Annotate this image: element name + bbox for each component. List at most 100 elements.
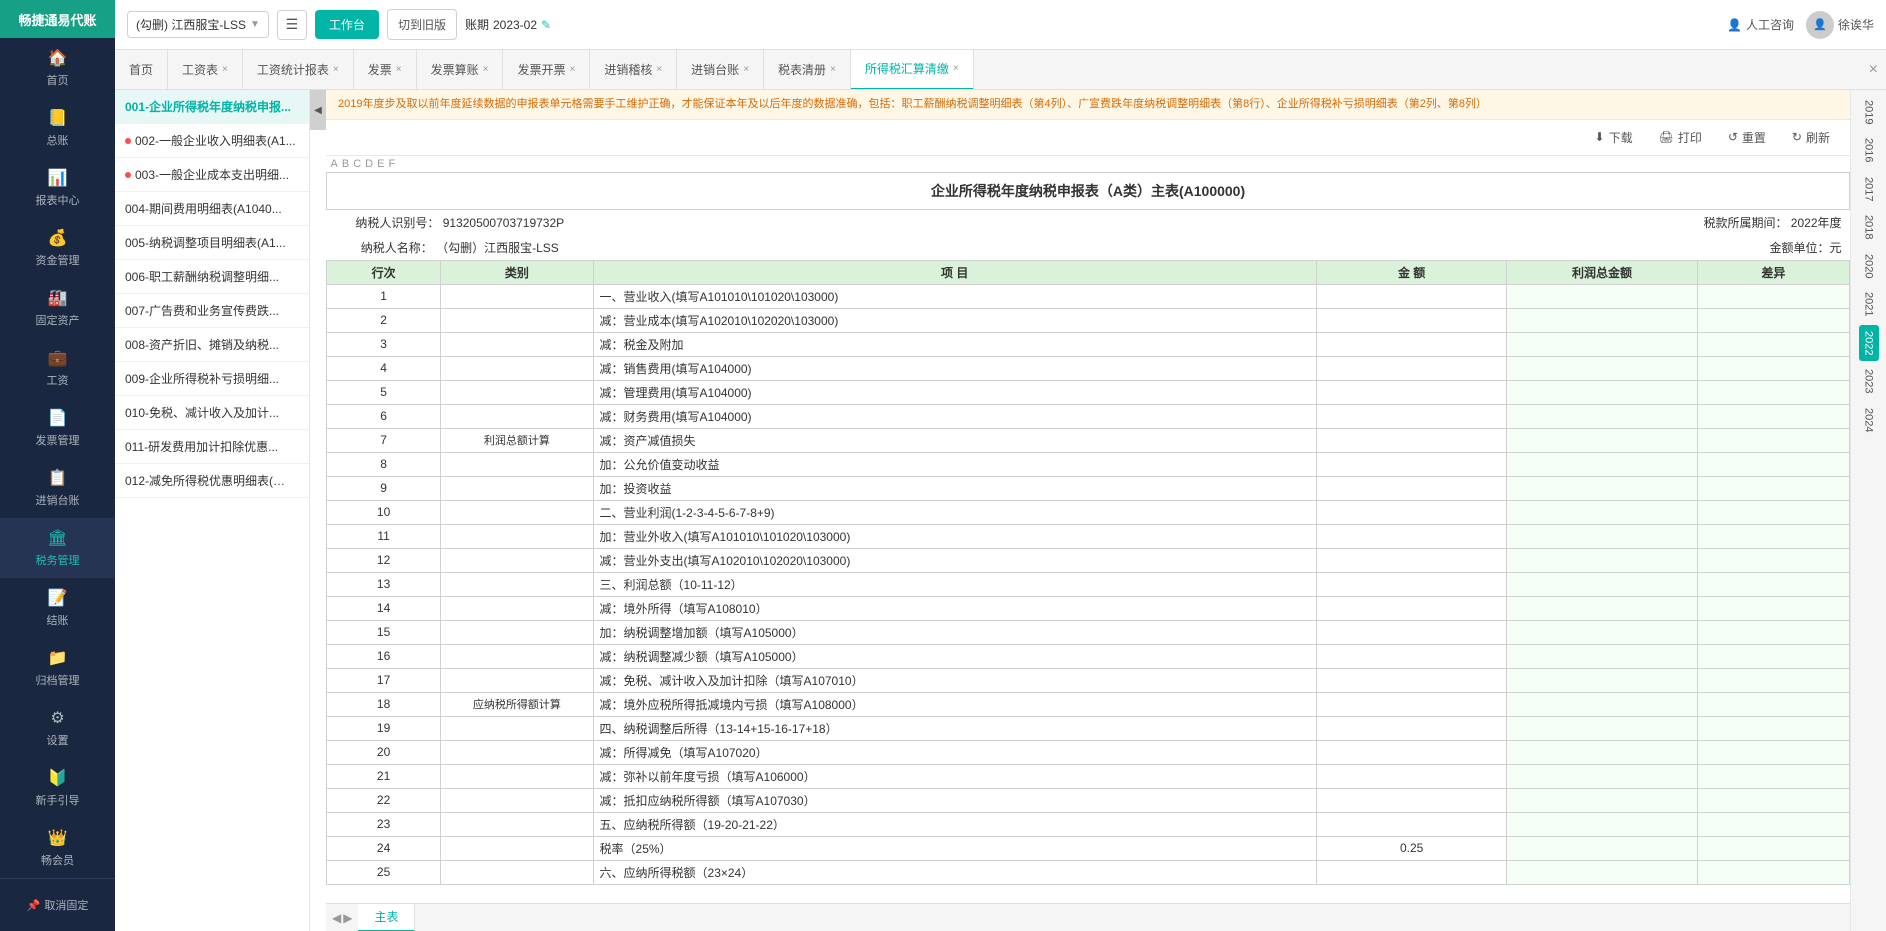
sidebar-item-member[interactable]: 👑 畅会员 [0,818,115,878]
cell-value[interactable] [1316,740,1506,764]
sidebar-item-payroll[interactable]: 💼 工资 [0,338,115,398]
cell-value[interactable] [1316,572,1506,596]
year-2024[interactable]: 2024 [1859,402,1879,438]
tab-invoice-calc-label: 发票算账 [431,61,479,78]
tab-invoice[interactable]: 发票 × [354,50,417,90]
cell-value[interactable] [1316,308,1506,332]
tab-tax-list-close-icon[interactable]: × [830,64,836,75]
cell-value[interactable] [1316,524,1506,548]
user-profile-button[interactable]: 👤 徐诶华 [1806,11,1874,39]
sidebar-item-invoice[interactable]: 📄 发票管理 [0,398,115,458]
tab-ledger-close-icon[interactable]: × [743,64,749,75]
cell-value[interactable] [1316,644,1506,668]
tab-income-tax[interactable]: 所得税汇算清缴 × [851,50,974,90]
cell-value[interactable] [1316,620,1506,644]
cell-value[interactable] [1316,500,1506,524]
unpin-button[interactable]: 📌 取消固定 [0,887,115,923]
cell-value[interactable] [1316,452,1506,476]
year-2021[interactable]: 2021 [1859,286,1879,322]
human-service-button[interactable]: 👤 人工咨询 [1727,16,1794,33]
bottom-tab-main[interactable]: 主表 [358,904,415,931]
print-icon-btn[interactable]: ☰ [277,10,307,40]
cell-value[interactable] [1316,284,1506,308]
tab-audit[interactable]: 进销稽核 × [590,50,677,90]
cell-value[interactable] [1316,668,1506,692]
year-2017[interactable]: 2017 [1859,171,1879,207]
year-2019[interactable]: 2019 [1859,94,1879,130]
tab-payroll[interactable]: 工资表 × [168,50,243,90]
left-item-007[interactable]: 007-广告费和业务宣传费跌... [115,294,309,328]
tab-tax-list[interactable]: 税表清册 × [764,50,851,90]
year-2022[interactable]: 2022 [1859,325,1879,361]
year-2018[interactable]: 2018 [1859,209,1879,245]
cell-value[interactable] [1316,812,1506,836]
left-item-012[interactable]: 012-减免所得税优惠明细表(… [115,464,309,498]
prev-tab-arrow[interactable]: ◀ [332,911,341,925]
left-item-009[interactable]: 009-企业所得税补亏损明细... [115,362,309,396]
cell-value[interactable] [1316,548,1506,572]
sidebar-item-assets[interactable]: 🏭 固定资产 [0,278,115,338]
left-item-004[interactable]: 004-期间费用明细表(A1040... [115,192,309,226]
tab-income-tax-close-icon[interactable]: × [953,63,959,74]
sidebar-item-home[interactable]: 🏠 首页 [0,38,115,98]
cell-row-num: 16 [327,644,441,668]
sidebar-item-finance[interactable]: 💰 资金管理 [0,218,115,278]
year-2023[interactable]: 2023 [1859,363,1879,399]
cell-value[interactable] [1316,860,1506,884]
left-item-003[interactable]: 003-一般企业成本支出明细... [115,158,309,192]
tab-payroll-stats-close-icon[interactable]: × [333,64,339,75]
cell-value[interactable] [1316,428,1506,452]
cell-value[interactable] [1316,356,1506,380]
reset-button[interactable]: ↺ 重置 [1720,125,1774,150]
cell-value[interactable] [1316,404,1506,428]
tab-home[interactable]: 首页 [115,50,168,90]
tab-invoice-open[interactable]: 发票开票 × [503,50,590,90]
left-item-002[interactable]: 002-一般企业收入明细表(A1... [115,124,309,158]
cell-value[interactable] [1316,692,1506,716]
period-edit-icon[interactable]: ✎ [541,18,551,32]
sidebar-item-ledger[interactable]: 📒 总账 [0,98,115,158]
next-tab-arrow[interactable]: ▶ [343,911,352,925]
tab-ledger[interactable]: 进销台账 × [677,50,764,90]
cell-value[interactable] [1316,380,1506,404]
sidebar-item-archive[interactable]: 📁 归档管理 [0,638,115,698]
tab-payroll-close-icon[interactable]: × [222,64,228,75]
cell-value[interactable] [1316,716,1506,740]
cell-value[interactable] [1316,764,1506,788]
cell-value[interactable] [1316,788,1506,812]
left-item-001[interactable]: 001-企业所得税年度纳税申报... [115,90,309,124]
download-button[interactable]: ⬇ 下载 [1587,125,1641,150]
panel-toggle-button[interactable]: ◀ [310,90,326,130]
sidebar-item-tax[interactable]: 🏛 税务管理 [0,518,115,578]
tab-invoice-calc[interactable]: 发票算账 × [417,50,504,90]
refresh-button[interactable]: ↻ 刷新 [1784,125,1838,150]
sidebar-item-reports[interactable]: 📊 报表中心 [0,158,115,218]
sidebar-item-purchase-sales[interactable]: 📋 进销台账 [0,458,115,518]
tab-payroll-stats[interactable]: 工资统计报表 × [243,50,354,90]
sidebar-item-settings[interactable]: ⚙ 设置 [0,698,115,758]
company-selector[interactable]: (勾删) 江西服宝-LSS ▼ [127,11,269,38]
cell-category-empty [441,596,593,620]
sidebar-item-close[interactable]: 📝 结账 [0,578,115,638]
tab-invoice-close-icon[interactable]: × [396,64,402,75]
cell-value[interactable]: 0.25 [1316,836,1506,860]
tab-invoice-calc-close-icon[interactable]: × [483,64,489,75]
tab-invoice-open-close-icon[interactable]: × [569,64,575,75]
workbench-button[interactable]: 工作台 [315,10,379,39]
cell-value[interactable] [1316,596,1506,620]
year-2016[interactable]: 2016 [1859,132,1879,168]
switch-version-button[interactable]: 切到旧版 [387,9,457,40]
cell-value[interactable] [1316,332,1506,356]
left-item-011[interactable]: 011-研发费用加计扣除优惠... [115,430,309,464]
year-2020[interactable]: 2020 [1859,248,1879,284]
cell-diff [1697,620,1849,644]
left-item-006[interactable]: 006-职工薪酬纳税调整明细... [115,260,309,294]
tab-audit-close-icon[interactable]: × [656,64,662,75]
left-item-010[interactable]: 010-免税、减计收入及加计... [115,396,309,430]
sidebar-item-guide[interactable]: 🔰 新手引导 [0,758,115,818]
print-button[interactable]: 🖨 打印 [1651,125,1710,150]
tabs-more-icon[interactable]: × [1861,61,1886,79]
left-item-005[interactable]: 005-纳税调整项目明细表(A1... [115,226,309,260]
left-item-008[interactable]: 008-资产折旧、摊销及纳税... [115,328,309,362]
cell-value[interactable] [1316,476,1506,500]
